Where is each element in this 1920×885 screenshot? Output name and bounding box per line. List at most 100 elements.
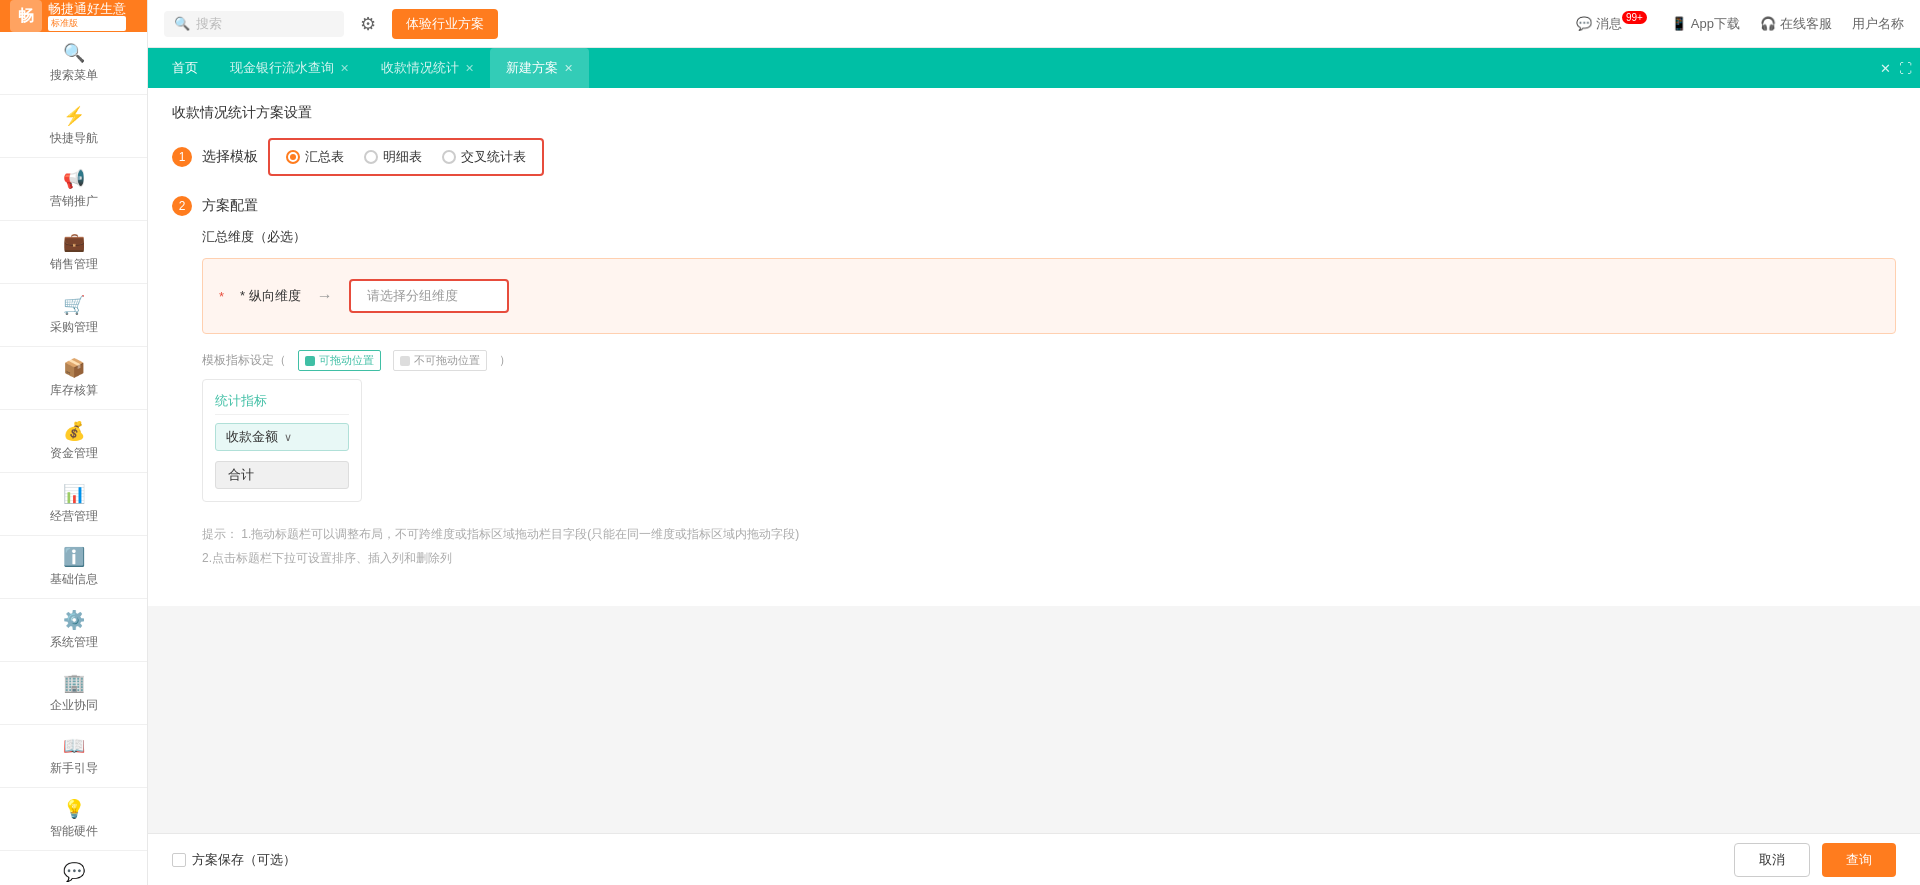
radio-cross[interactable]: 交叉统计表 <box>442 148 526 166</box>
wechat-icon: 💬 <box>63 861 85 883</box>
user-name[interactable]: 用户名称 <box>1852 15 1904 33</box>
maximize-icon[interactable]: ⛶ <box>1899 61 1912 76</box>
app-download-item[interactable]: 📱 App下载 <box>1671 15 1740 33</box>
corp-collab-icon: 🏢 <box>63 672 85 694</box>
notification-badge: 99+ <box>1622 11 1647 24</box>
main-area: 🔍 搜索 ⚙ 体验行业方案 💬 消息 99+ 📱 App下载 🎧 在线客服 用户… <box>148 0 1920 885</box>
quick-nav-icon: ⚡ <box>63 105 85 127</box>
radio-dot-cross <box>442 150 456 164</box>
query-button[interactable]: 查询 <box>1822 843 1896 877</box>
logo-icon: 畅 <box>10 0 42 32</box>
sidebar-item-search[interactable]: 🔍 搜索菜单 <box>0 32 147 95</box>
operations-icon: 📊 <box>63 483 85 505</box>
sidebar-item-label: 资金管理 <box>50 445 98 462</box>
logo-text: 畅捷通好生意 <box>48 1 126 17</box>
metrics-group-label: 统计指标 <box>215 392 349 415</box>
sidebar-item-label: 企业协同 <box>50 697 98 714</box>
step2-number: 2 <box>172 196 192 216</box>
close-window-icon[interactable]: ✕ <box>1880 61 1891 76</box>
sales-icon: 💼 <box>63 231 85 253</box>
notification-icon: 💬 <box>1576 16 1592 31</box>
sidebar-item-guide[interactable]: 📖 新手引导 <box>0 725 147 788</box>
search-icon: 🔍 <box>174 16 190 31</box>
topbar: 🔍 搜索 ⚙ 体验行业方案 💬 消息 99+ 📱 App下载 🎧 在线客服 用户… <box>148 0 1920 48</box>
metrics-config-label: 模板指标设定（ <box>202 352 286 369</box>
content-area: 收款情况统计方案设置 1 选择模板 汇总表 明细表 <box>148 88 1920 885</box>
radio-summary[interactable]: 汇总表 <box>286 148 344 166</box>
smart-hardware-icon: 💡 <box>63 798 85 820</box>
drag-active-badge: 可拖动位置 <box>298 350 381 371</box>
sidebar-item-purchase[interactable]: 🛒 采购管理 <box>0 284 147 347</box>
sidebar-item-label: 营销推广 <box>50 193 98 210</box>
dimension-select[interactable]: 请选择分组维度 <box>349 279 509 313</box>
step1-title: 选择模板 <box>202 148 258 166</box>
radio-detail[interactable]: 明细表 <box>364 148 422 166</box>
sidebar-logo: 畅 畅捷通好生意 标准版 <box>0 0 147 32</box>
sidebar: 畅 畅捷通好生意 标准版 🔍 搜索菜单 ⚡ 快捷导航 📢 营销推广 💼 销售管理… <box>0 0 148 885</box>
metrics-tag-label: 收款金额 <box>226 428 278 446</box>
page-title: 收款情况统计方案设置 <box>172 104 1896 122</box>
sidebar-item-inventory[interactable]: 📦 库存核算 <box>0 347 147 410</box>
trial-industry-btn[interactable]: 体验行业方案 <box>392 9 498 39</box>
download-icon: 📱 <box>1671 16 1687 31</box>
sidebar-item-system[interactable]: ⚙️ 系统管理 <box>0 599 147 662</box>
step1-section: 1 选择模板 汇总表 明细表 交叉统计表 <box>172 138 1896 176</box>
sidebar-item-marketing[interactable]: 📢 营销推广 <box>0 158 147 221</box>
sidebar-item-smart-hardware[interactable]: 💡 智能硬件 <box>0 788 147 851</box>
sidebar-item-label: 新手引导 <box>50 760 98 777</box>
sidebar-item-label: 快捷导航 <box>50 130 98 147</box>
radio-dot-detail <box>364 150 378 164</box>
sidebar-item-label: 系统管理 <box>50 634 98 651</box>
sidebar-item-label: 搜索菜单 <box>50 67 98 84</box>
drag-active-label: 可拖动位置 <box>319 353 374 368</box>
search-box[interactable]: 🔍 搜索 <box>164 11 344 37</box>
sidebar-item-finance[interactable]: 💰 资金管理 <box>0 410 147 473</box>
online-service-item[interactable]: 🎧 在线客服 <box>1760 15 1832 33</box>
close-tab-cashflow[interactable]: ✕ <box>340 62 349 75</box>
sidebar-item-label: 基础信息 <box>50 571 98 588</box>
service-label: 在线客服 <box>1780 15 1832 33</box>
sidebar-item-wechat[interactable]: 💬 企业微信 <box>0 851 147 885</box>
search-placeholder: 搜索 <box>196 15 222 33</box>
save-plan-checkbox[interactable]: 方案保存（可选） <box>172 851 296 869</box>
radio-dot-summary <box>286 150 300 164</box>
tab-collection-stats[interactable]: 收款情况统计 ✕ <box>365 48 490 88</box>
tips-line2: 2.点击标题栏下拉可设置排序、插入列和删除列 <box>202 546 1896 570</box>
radio-label-summary: 汇总表 <box>305 148 344 166</box>
cancel-button[interactable]: 取消 <box>1734 843 1810 877</box>
metrics-tag-amount[interactable]: 收款金额 ∨ <box>215 423 349 451</box>
sidebar-item-label: 经营管理 <box>50 508 98 525</box>
tab-home[interactable]: 首页 <box>156 59 214 77</box>
dimension-label-required: * <box>219 289 224 304</box>
step1-number: 1 <box>172 147 192 167</box>
bottom-bar: 方案保存（可选） 取消 查询 <box>148 833 1920 885</box>
tab-cashflow[interactable]: 现金银行流水查询 ✕ <box>214 48 365 88</box>
download-label: App下载 <box>1691 15 1740 33</box>
metrics-config-suffix: ） <box>499 352 511 369</box>
topbar-right: 💬 消息 99+ 📱 App下载 🎧 在线客服 用户名称 <box>1576 15 1904 33</box>
tips-line1: 提示： 1.拖动标题栏可以调整布局，不可跨维度或指标区域拖动栏目字段(只能在同一… <box>202 522 1896 546</box>
sidebar-item-corp-collab[interactable]: 🏢 企业协同 <box>0 662 147 725</box>
bottom-actions: 取消 查询 <box>1734 843 1896 877</box>
step2-section: 2 方案配置 汇总维度（必选） * * 纵向维度 → 请选择分组维度 <box>172 196 1896 570</box>
tips-area: 提示： 1.拖动标题栏可以调整布局，不可跨维度或指标区域拖动栏目字段(只能在同一… <box>202 522 1896 570</box>
sidebar-item-basic-info[interactable]: ℹ️ 基础信息 <box>0 536 147 599</box>
template-select-box: 汇总表 明细表 交叉统计表 <box>268 138 544 176</box>
marketing-icon: 📢 <box>63 168 85 190</box>
tab-new-plan[interactable]: 新建方案 ✕ <box>490 48 589 88</box>
settings-icon[interactable]: ⚙ <box>360 13 376 35</box>
dimension-area: * * 纵向维度 → 请选择分组维度 <box>202 258 1896 334</box>
sidebar-item-sales[interactable]: 💼 销售管理 <box>0 221 147 284</box>
close-tab-new-plan[interactable]: ✕ <box>564 62 573 75</box>
notification-item[interactable]: 💬 消息 99+ <box>1576 15 1651 33</box>
metrics-subtag-total[interactable]: 合计 <box>215 461 349 489</box>
drag-inactive-label: 不可拖动位置 <box>414 353 480 368</box>
content-inner: 收款情况统计方案设置 1 选择模板 汇总表 明细表 <box>148 88 1920 606</box>
notification-label: 消息 <box>1596 15 1622 33</box>
radio-label-detail: 明细表 <box>383 148 422 166</box>
sidebar-item-quick-nav[interactable]: ⚡ 快捷导航 <box>0 95 147 158</box>
metrics-header-row: 模板指标设定（ 可拖动位置 不可拖动位置 ） <box>202 350 1896 371</box>
system-icon: ⚙️ <box>63 609 85 631</box>
close-tab-collection[interactable]: ✕ <box>465 62 474 75</box>
sidebar-item-operations[interactable]: 📊 经营管理 <box>0 473 147 536</box>
